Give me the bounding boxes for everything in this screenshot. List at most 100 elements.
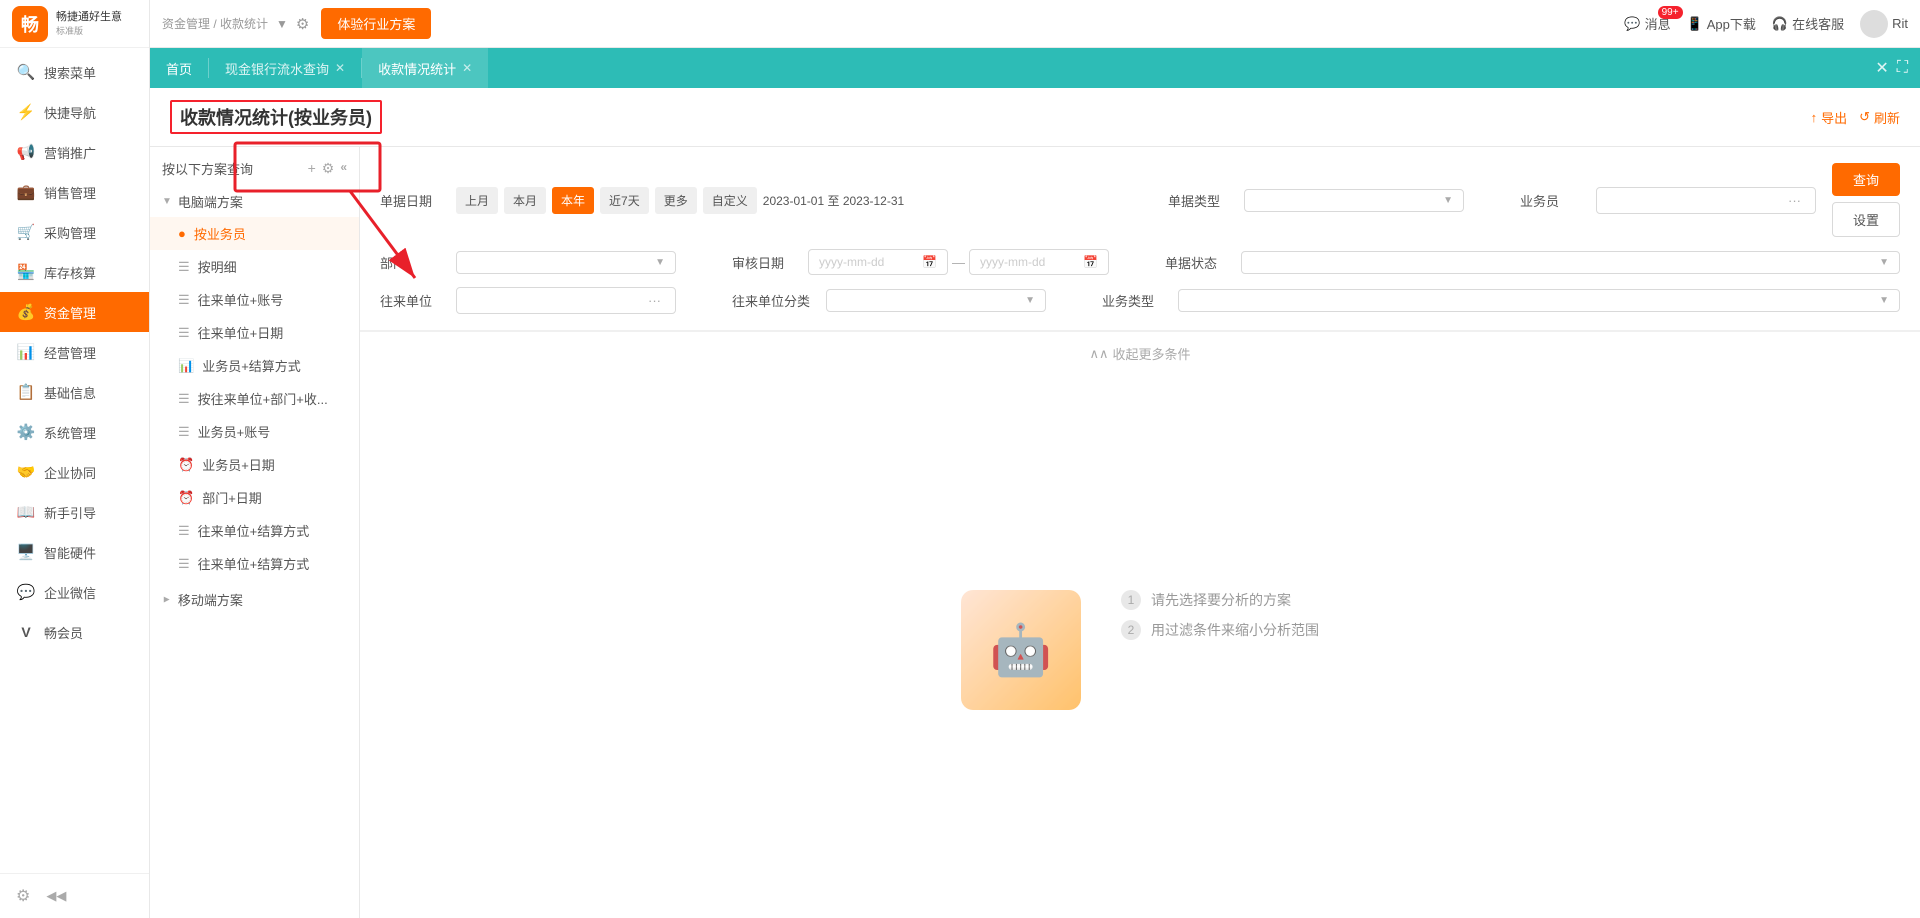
- filter-row-2: 部门 ▼ 审核日期 yyyy-mm-dd 📅 — yyyy-mm-dd: [380, 249, 1900, 275]
- scheme-collapse-icon[interactable]: «: [340, 160, 347, 177]
- hardware-icon: 🖥️: [16, 542, 36, 562]
- doc-type-label: 单据类型: [1168, 191, 1228, 210]
- breadcrumb-dropdown[interactable]: ▼: [276, 17, 288, 31]
- sidebar-item-purchase[interactable]: 🛒 采购管理: [0, 212, 149, 252]
- vip-icon: V: [16, 622, 36, 642]
- sales-icon: 💼: [16, 182, 36, 202]
- scheme-item-by-salesman[interactable]: ● 按业务员: [150, 217, 359, 250]
- page-actions: ↑ 导出 ↺ 刷新: [1811, 108, 1900, 127]
- partner-select[interactable]: ···: [456, 287, 676, 314]
- settings-button[interactable]: 设置: [1832, 202, 1900, 237]
- scheme-actions: + ⚙ «: [308, 160, 347, 177]
- online-service-button[interactable]: 🎧 在线客服: [1772, 14, 1844, 33]
- date-btn-this-year[interactable]: 本年: [552, 187, 594, 214]
- scheme-item-partner-settle1[interactable]: ☰ 往来单位+结算方式: [150, 514, 359, 547]
- sidebar-item-marketing[interactable]: 📢 营销推广: [0, 132, 149, 172]
- date-btn-more[interactable]: 更多: [655, 187, 697, 214]
- scheme-add-icon[interactable]: +: [308, 160, 316, 177]
- scheme-item-partner-date[interactable]: ☰ 往来单位+日期: [150, 316, 359, 349]
- query-button[interactable]: 查询: [1832, 163, 1900, 196]
- user-name: Rit: [1892, 16, 1908, 31]
- messages-badge: 99+: [1658, 6, 1683, 19]
- tab-collection[interactable]: 收款情况统计 ✕: [362, 48, 488, 88]
- date-btn-this-month[interactable]: 本月: [504, 187, 546, 214]
- scheme-item-label: 按业务员: [194, 224, 246, 243]
- logo: 畅 畅捷通好生意 标准版: [0, 0, 149, 48]
- tab-collection-close[interactable]: ✕: [462, 61, 472, 75]
- scheme-panel-title: 按以下方案查询: [162, 159, 253, 178]
- sidebar-item-corp[interactable]: 🤝 企业协同: [0, 452, 149, 492]
- date-label: 单据日期: [380, 191, 440, 210]
- scheme-item-partner-dept-coll[interactable]: ☰ 按往来单位+部门+收...: [150, 382, 359, 415]
- scheme-item-dept-date[interactable]: ⏰ 部门+日期: [150, 481, 359, 514]
- tab-bank[interactable]: 现金银行流水查询 ✕: [209, 48, 361, 88]
- sidebar-item-operation[interactable]: 📊 经营管理: [0, 332, 149, 372]
- tab-home-label: 首页: [166, 59, 192, 78]
- service-icon: 🎧: [1772, 16, 1788, 32]
- date-btn-7days[interactable]: 近7天: [600, 187, 649, 214]
- bottom-settings-icon[interactable]: ⚙: [16, 886, 30, 906]
- page-header: 收款情况统计(按业务员) ↑ 导出 ↺ 刷新: [150, 88, 1920, 147]
- sidebar-label-quick: 快捷导航: [44, 103, 96, 122]
- scheme-item-salesman-settle[interactable]: 📊 业务员+结算方式: [150, 349, 359, 382]
- sidebar-item-sales[interactable]: 💼 销售管理: [0, 172, 149, 212]
- collapse-bar[interactable]: ∧∧ 收起更多条件: [360, 331, 1920, 375]
- tab-bank-label: 现金银行流水查询: [225, 59, 329, 78]
- business-type-select[interactable]: ▼: [1178, 289, 1900, 312]
- operation-icon: 📊: [16, 342, 36, 362]
- sidebar-item-wechat[interactable]: 💬 企业微信: [0, 572, 149, 612]
- tab-close-all-icon[interactable]: ✕: [1875, 58, 1888, 78]
- review-date-to-text: yyyy-mm-dd: [980, 255, 1045, 269]
- sidebar-item-finance[interactable]: 💰 资金管理: [0, 292, 149, 332]
- scheme-item-partner-settle2[interactable]: ☰ 往来单位+结算方式: [150, 547, 359, 580]
- partner-type-select[interactable]: ▼: [826, 289, 1046, 312]
- tab-bank-close[interactable]: ✕: [335, 61, 345, 75]
- doc-type-select[interactable]: ▼: [1244, 189, 1464, 212]
- scheme-group-desktop-header[interactable]: ▼ 电脑端方案: [150, 186, 359, 217]
- user-avatar[interactable]: Rit: [1860, 10, 1908, 38]
- sidebar-item-vip[interactable]: V 畅会员: [0, 612, 149, 652]
- date-range-separator: —: [952, 255, 965, 270]
- tabbar-right: ✕ ⛶: [1875, 58, 1920, 78]
- scheme-item-partner-account[interactable]: ☰ 往来单位+账号: [150, 283, 359, 316]
- sidebar-item-basic[interactable]: 📋 基础信息: [0, 372, 149, 412]
- sidebar-item-quick[interactable]: ⚡ 快捷导航: [0, 92, 149, 132]
- salesman-dots[interactable]: ···: [1784, 193, 1805, 208]
- sidebar-item-hardware[interactable]: 🖥️ 智能硬件: [0, 532, 149, 572]
- trial-button[interactable]: 体验行业方案: [321, 8, 431, 39]
- step-1-label: 请先选择要分析的方案: [1151, 590, 1291, 610]
- messages-button[interactable]: 💬 消息 99+: [1624, 14, 1670, 33]
- review-date-to[interactable]: yyyy-mm-dd 📅: [969, 249, 1109, 275]
- sidebar-item-search[interactable]: 🔍 搜索菜单: [0, 52, 149, 92]
- tab-home[interactable]: 首页: [150, 48, 208, 88]
- scheme-settings-icon[interactable]: ⚙: [322, 160, 335, 177]
- doc-status-select[interactable]: ▼: [1241, 251, 1900, 274]
- scheme-item-salesman-date[interactable]: ⏰ 业务员+日期: [150, 448, 359, 481]
- sidebar-item-system[interactable]: ⚙️ 系统管理: [0, 412, 149, 452]
- topbar-gear-icon[interactable]: ⚙: [296, 15, 309, 33]
- date-btn-custom[interactable]: 自定义: [703, 187, 757, 214]
- dept-select[interactable]: ▼: [456, 251, 676, 274]
- partner-dept-icon: ☰: [178, 391, 190, 407]
- scheme-item-salesman-account[interactable]: ☰ 业务员+账号: [150, 415, 359, 448]
- partner-dots[interactable]: ···: [644, 293, 665, 308]
- refresh-button[interactable]: ↺ 刷新: [1859, 108, 1900, 127]
- sidebar-item-guide[interactable]: 📖 新手引导: [0, 492, 149, 532]
- scheme-group-mobile-header[interactable]: ▼ 移动端方案: [150, 584, 359, 615]
- tab-expand-icon[interactable]: ⛶: [1897, 59, 1908, 77]
- date-btn-last-month[interactable]: 上月: [456, 187, 498, 214]
- business-type-label: 业务类型: [1102, 291, 1162, 310]
- app-download-button[interactable]: 📱 App下载: [1687, 14, 1756, 33]
- sidebar-item-inventory[interactable]: 🏪 库存核算: [0, 252, 149, 292]
- scheme-item-label: 部门+日期: [202, 488, 262, 507]
- refresh-icon: ↺: [1859, 109, 1870, 125]
- empty-step-1: 1 请先选择要分析的方案: [1121, 590, 1319, 610]
- review-date-from[interactable]: yyyy-mm-dd 📅: [808, 249, 948, 275]
- bottom-collapse-icon[interactable]: ◀◀: [46, 888, 66, 904]
- sidebar-label-inventory: 库存核算: [44, 263, 96, 282]
- filter-row-1: 单据日期 上月 本月 本年 近7天 更多 自定义 2023-01-01 至 20…: [380, 163, 1900, 237]
- salesman-select[interactable]: ···: [1596, 187, 1816, 214]
- export-button[interactable]: ↑ 导出: [1811, 108, 1848, 127]
- scheme-item-label: 往来单位+结算方式: [198, 554, 310, 573]
- scheme-item-by-detail[interactable]: ☰ 按明细: [150, 250, 359, 283]
